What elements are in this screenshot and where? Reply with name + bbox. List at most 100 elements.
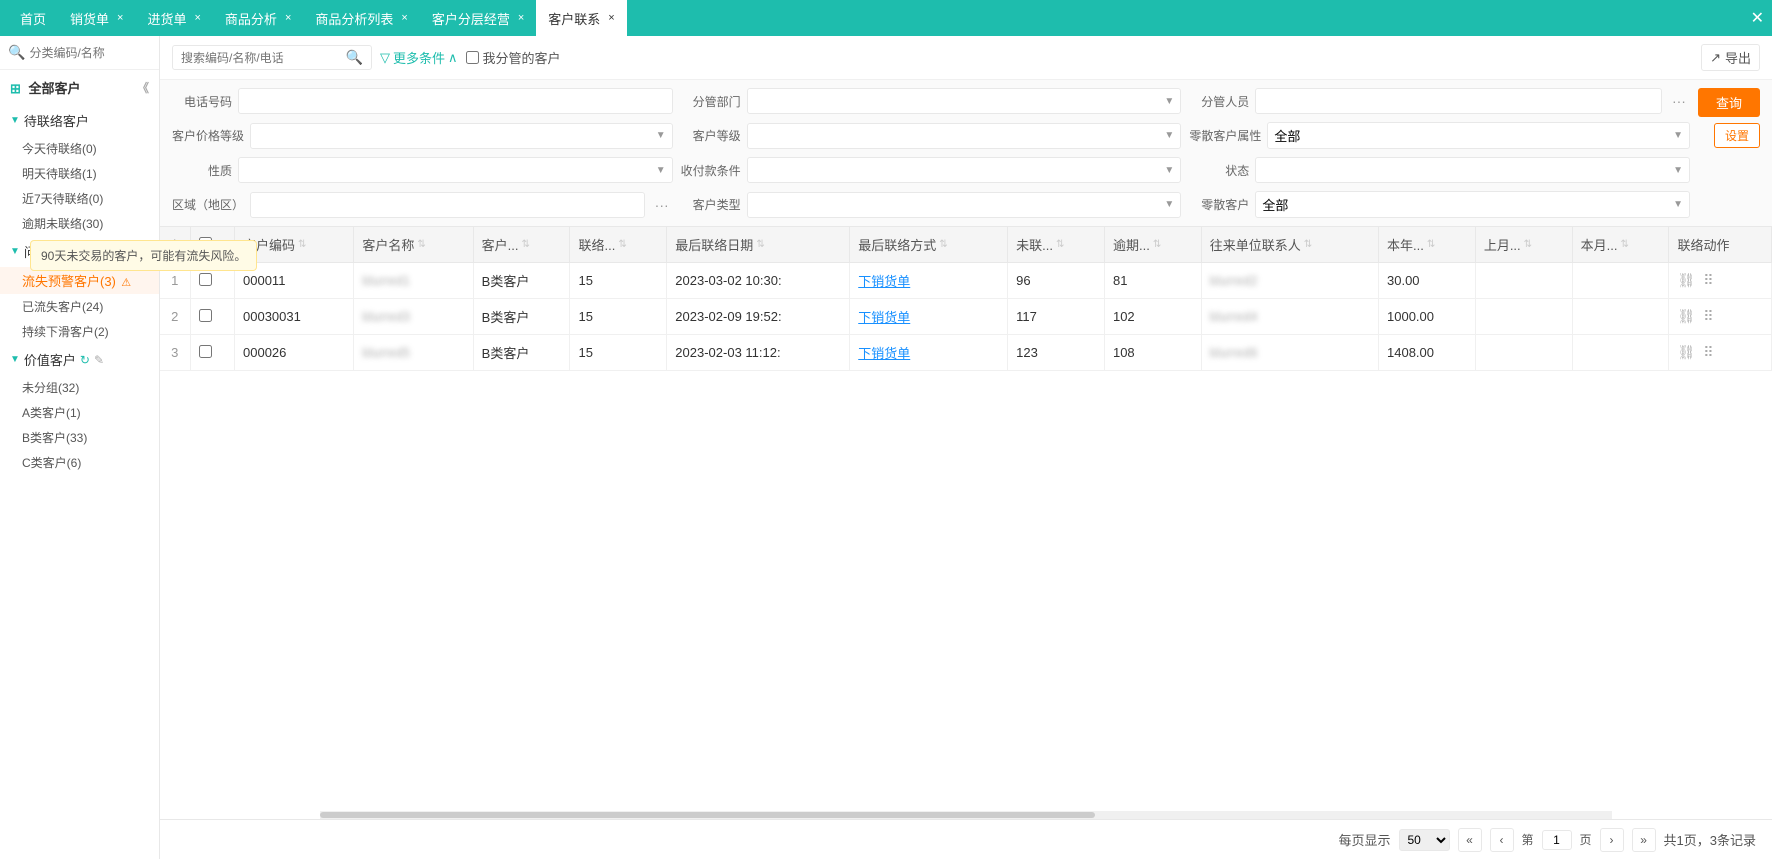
my-customers-checkbox[interactable] <box>466 51 479 64</box>
nav-tab-sales[interactable]: 销货单 × <box>58 0 135 36</box>
sort-type-icon[interactable]: ⇅ <box>522 239 530 250</box>
filter-my-customers[interactable]: 我分管的客户 <box>466 48 561 67</box>
nav-tab-analysis[interactable]: 商品分析 × <box>213 0 303 36</box>
sidebar-section-value[interactable]: ▼ 价值客户 ↻ ✎ <box>0 344 159 375</box>
filter-person: 分管人员 ··· <box>1189 88 1690 114</box>
sidebar-item-ungrouped[interactable]: 未分组(32) <box>0 375 159 400</box>
column-unit-contact-header[interactable]: 往来单位联系人 ⇅ <box>1201 227 1378 263</box>
sort-unit-contact-icon[interactable]: ⇅ <box>1304 239 1312 250</box>
settings-button[interactable]: 设置 <box>1714 123 1760 148</box>
column-type-header[interactable]: 客户... ⇅ <box>473 227 570 263</box>
filter-search-icon[interactable]: 🔍 <box>346 49 363 66</box>
filter-person-input[interactable] <box>1255 88 1662 114</box>
column-this-month-header[interactable]: 本月... ⇅ <box>1572 227 1669 263</box>
filter-retail-customer-select[interactable]: 全部 ▼ <box>1255 191 1690 218</box>
column-unlinked-header[interactable]: 未联... ⇅ <box>1008 227 1105 263</box>
row-checkbox[interactable] <box>199 273 212 286</box>
next-page-button[interactable]: › <box>1600 828 1624 852</box>
nav-tab-purchase[interactable]: 进货单 × <box>135 0 212 36</box>
column-contact-header[interactable]: 联络... ⇅ <box>570 227 667 263</box>
filter-region-input[interactable] <box>250 192 645 218</box>
nav-tab-analysis-list[interactable]: 商品分析列表 × <box>303 0 419 36</box>
sort-this-year-icon[interactable]: ⇅ <box>1427 239 1435 250</box>
export-button[interactable]: ↗ 导出 <box>1701 44 1760 71</box>
filter-search-input[interactable] <box>181 51 342 65</box>
sidebar-item-today[interactable]: 今天待联络(0) <box>0 136 159 161</box>
sidebar-all-customers[interactable]: ⊞ 全部客户 《 <box>0 70 159 105</box>
action-link-icon[interactable]: ⛓ <box>1677 344 1695 361</box>
sidebar-item-churn-warning[interactable]: 流失预警客户(3) ⚠ <box>0 267 159 294</box>
column-last-method-header[interactable]: 最后联络方式 ⇅ <box>850 227 1008 263</box>
close-tab-analysis-list-icon[interactable]: × <box>401 12 407 24</box>
sidebar-item-tomorrow[interactable]: 明天待联络(1) <box>0 161 159 186</box>
refresh-icon[interactable]: ↻ <box>80 353 90 367</box>
close-tab-sales-icon[interactable]: × <box>117 12 123 24</box>
page-number-input[interactable] <box>1542 830 1572 850</box>
filter-retail-attr-select[interactable]: 全部 ▼ <box>1267 122 1690 149</box>
sidebar-item-overdue[interactable]: 逾期未联络(30) <box>0 211 159 236</box>
filter-phone-input[interactable] <box>238 88 673 114</box>
scrollbar-thumb[interactable] <box>320 812 1095 818</box>
filter-more-button[interactable]: ▽ 更多条件 ∧ <box>380 48 458 67</box>
sort-overdue-icon[interactable]: ⇅ <box>1153 239 1161 250</box>
filter-nature-select[interactable]: ▼ <box>238 157 673 183</box>
column-last-date-header[interactable]: 最后联络日期 ⇅ <box>667 227 850 263</box>
sort-last-month-icon[interactable]: ⇅ <box>1524 239 1532 250</box>
filter-row-2: 客户价格等级 ▼ 客户等级 ▼ <box>172 122 1690 149</box>
close-tab-customer-contact-icon[interactable]: × <box>608 12 614 24</box>
sort-last-date-icon[interactable]: ⇅ <box>756 239 764 250</box>
filter-price-grade-select[interactable]: ▼ <box>250 123 673 149</box>
sidebar-item-declining[interactable]: 持续下滑客户(2) <box>0 319 159 344</box>
sort-name-icon[interactable]: ⇅ <box>417 239 425 250</box>
filter-customer-type-select[interactable]: ▼ <box>747 192 1182 218</box>
close-tab-purchase-icon[interactable]: × <box>194 12 200 24</box>
action-link-icon[interactable]: ⛓ <box>1677 308 1695 325</box>
action-more-icon[interactable]: ⠿ <box>1703 272 1713 289</box>
row-checkbox[interactable] <box>199 309 212 322</box>
action-more-icon[interactable]: ⠿ <box>1703 308 1713 325</box>
nav-tab-customer-layering[interactable]: 客户分层经营 × <box>420 0 536 36</box>
filter-status-select[interactable]: ▼ <box>1255 157 1690 183</box>
sort-last-method-icon[interactable]: ⇅ <box>939 239 947 250</box>
action-link-icon[interactable]: ⛓ <box>1677 272 1695 289</box>
sidebar-item-7days[interactable]: 近7天待联络(0) <box>0 186 159 211</box>
sort-contact-icon[interactable]: ⇅ <box>618 239 626 250</box>
window-close-icon[interactable]: ✕ <box>1751 8 1764 28</box>
row-last-method[interactable]: 下销货单 <box>850 299 1008 335</box>
sidebar-section-pending[interactable]: ▼ 待联络客户 <box>0 105 159 136</box>
row-last-method[interactable]: 下销货单 <box>850 263 1008 299</box>
first-page-button[interactable]: « <box>1458 828 1482 852</box>
row-overdue: 108 <box>1104 335 1201 371</box>
sort-code-icon[interactable]: ⇅ <box>298 239 306 250</box>
nav-tab-customer-contact[interactable]: 客户联系 × <box>536 0 626 36</box>
region-dots-icon[interactable]: ··· <box>651 197 673 213</box>
sidebar-search-input[interactable] <box>29 46 151 60</box>
query-button[interactable]: 查询 <box>1698 88 1760 117</box>
row-checkbox[interactable] <box>199 345 212 358</box>
sort-unlinked-icon[interactable]: ⇅ <box>1056 239 1064 250</box>
action-more-icon[interactable]: ⠿ <box>1703 344 1713 361</box>
close-tab-analysis-icon[interactable]: × <box>285 12 291 24</box>
filter-customer-grade-select[interactable]: ▼ <box>747 123 1182 149</box>
edit-icon[interactable]: ✎ <box>94 353 104 367</box>
filter-retail-attr: 零散客户属性 全部 ▼ <box>1189 122 1690 149</box>
filter-payment-select[interactable]: ▼ <box>747 157 1182 183</box>
prev-page-button[interactable]: ‹ <box>1490 828 1514 852</box>
row-last-method[interactable]: 下销货单 <box>850 335 1008 371</box>
column-name-header[interactable]: 客户名称 ⇅ <box>354 227 473 263</box>
sidebar-item-b-class[interactable]: B类客户(33) <box>0 425 159 450</box>
sidebar-item-churned[interactable]: 已流失客户(24) <box>0 294 159 319</box>
person-dots-icon[interactable]: ··· <box>1668 93 1690 109</box>
last-page-button[interactable]: » <box>1632 828 1656 852</box>
close-tab-customer-layering-icon[interactable]: × <box>518 12 524 24</box>
column-last-month-header[interactable]: 上月... ⇅ <box>1475 227 1572 263</box>
horizontal-scrollbar[interactable] <box>320 811 1612 819</box>
sidebar-item-a-class[interactable]: A类客户(1) <box>0 400 159 425</box>
sort-this-month-icon[interactable]: ⇅ <box>1620 239 1628 250</box>
column-this-year-header[interactable]: 本年... ⇅ <box>1379 227 1476 263</box>
sidebar-item-c-class[interactable]: C类客户(6) <box>0 450 159 475</box>
nav-home[interactable]: 首页 <box>8 0 58 36</box>
filter-dept-select[interactable]: ▼ <box>747 88 1182 114</box>
per-page-select[interactable]: 50 20 100 <box>1399 829 1450 851</box>
column-overdue-header[interactable]: 逾期... ⇅ <box>1104 227 1201 263</box>
